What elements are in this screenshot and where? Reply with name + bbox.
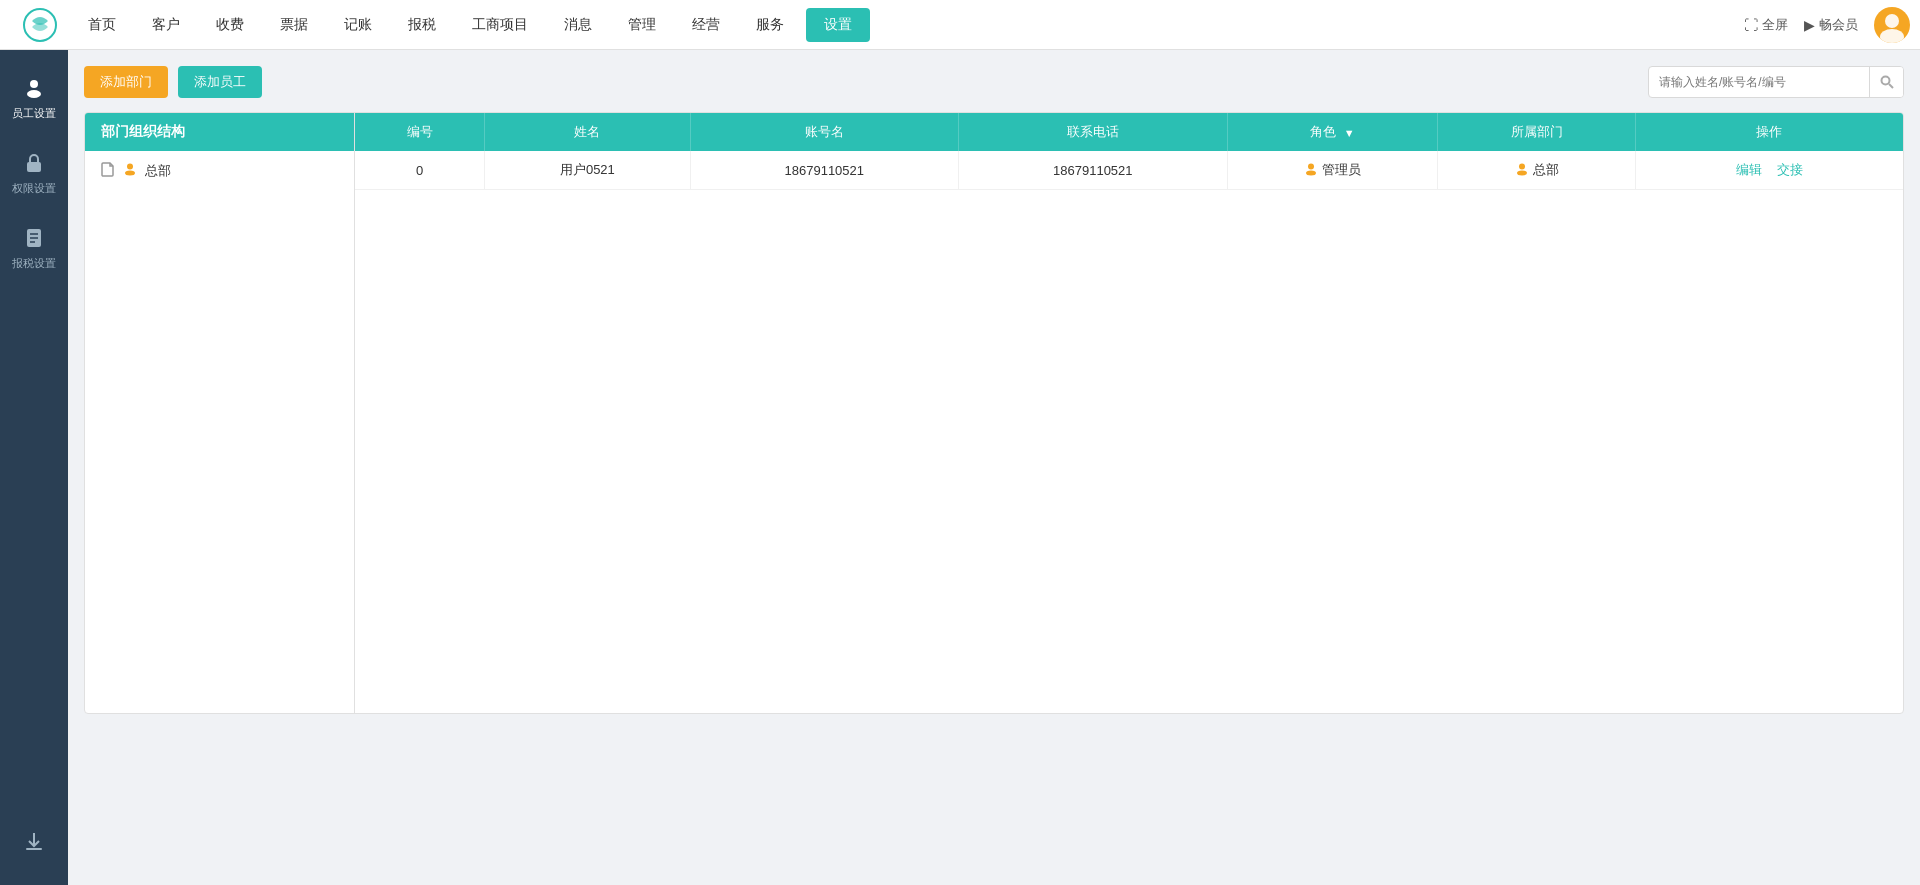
cell-account: 18679110521 bbox=[690, 151, 959, 190]
role-user-icon bbox=[1304, 162, 1318, 179]
nav-item-manage[interactable]: 管理 bbox=[610, 0, 674, 50]
cell-id: 0 bbox=[355, 151, 485, 190]
nav-items: 首页 客户 收费 票据 记账 报税 工商项目 消息 管理 经营 服务 设置 bbox=[70, 0, 1744, 50]
sidebar-item-employee[interactable]: 员工设置 bbox=[0, 60, 68, 135]
search-button[interactable] bbox=[1869, 66, 1903, 98]
sidebar: 员工设置 权限设置 报税设置 bbox=[0, 50, 68, 885]
action-bar: 添加部门 添加员工 bbox=[84, 66, 1904, 98]
svg-line-12 bbox=[1889, 84, 1893, 88]
member-label: 畅会员 bbox=[1819, 16, 1858, 34]
svg-point-11 bbox=[1881, 77, 1889, 85]
nav-item-charge[interactable]: 收费 bbox=[198, 0, 262, 50]
add-department-button[interactable]: 添加部门 bbox=[84, 66, 168, 98]
two-panel: 部门组织结构 总部 bbox=[84, 112, 1904, 714]
svg-point-3 bbox=[30, 80, 38, 88]
sidebar-item-permission[interactable]: 权限设置 bbox=[0, 135, 68, 210]
nav-item-business[interactable]: 工商项目 bbox=[454, 0, 546, 50]
table-panel: 编号 姓名 账号名 联系电话 角色 ▼ 所属部门 操作 bbox=[355, 113, 1903, 713]
search-input[interactable] bbox=[1649, 75, 1869, 89]
dept-user-icon bbox=[1515, 162, 1529, 179]
sidebar-item-employee-label: 员工设置 bbox=[12, 106, 56, 121]
search-wrap bbox=[1648, 66, 1904, 98]
svg-point-2 bbox=[1880, 29, 1904, 43]
table-row: 0 用户0521 18679110521 18679110521 管理员 总部 … bbox=[355, 151, 1903, 190]
col-name: 姓名 bbox=[485, 113, 690, 151]
employee-table: 编号 姓名 账号名 联系电话 角色 ▼ 所属部门 操作 bbox=[355, 113, 1903, 190]
col-id: 编号 bbox=[355, 113, 485, 151]
svg-point-17 bbox=[1519, 163, 1525, 169]
lock-icon bbox=[20, 149, 48, 177]
nav-item-message[interactable]: 消息 bbox=[546, 0, 610, 50]
nav-item-service[interactable]: 服务 bbox=[738, 0, 802, 50]
add-employee-button[interactable]: 添加员工 bbox=[178, 66, 262, 98]
transfer-link[interactable]: 交接 bbox=[1777, 162, 1803, 177]
cell-phone: 18679110521 bbox=[959, 151, 1228, 190]
fullscreen-icon: ⛶ bbox=[1744, 17, 1758, 33]
nav-item-accounting[interactable]: 记账 bbox=[326, 0, 390, 50]
top-nav: 首页 客户 收费 票据 记账 报税 工商项目 消息 管理 经营 服务 设置 ⛶ … bbox=[0, 0, 1920, 50]
svg-rect-5 bbox=[27, 162, 41, 172]
nav-item-tax[interactable]: 报税 bbox=[390, 0, 454, 50]
cell-ops: 编辑 交接 bbox=[1635, 151, 1903, 190]
nav-item-settings[interactable]: 设置 bbox=[806, 8, 870, 42]
filter-icon: ▼ bbox=[1344, 127, 1355, 139]
col-account: 账号名 bbox=[690, 113, 959, 151]
svg-point-13 bbox=[127, 164, 133, 170]
sidebar-item-taxsettings-label: 报税设置 bbox=[12, 256, 56, 271]
svg-point-1 bbox=[1885, 14, 1899, 28]
fullscreen-label: 全屏 bbox=[1762, 16, 1788, 34]
fullscreen-button[interactable]: ⛶ 全屏 bbox=[1744, 16, 1788, 34]
nav-item-customer[interactable]: 客户 bbox=[134, 0, 198, 50]
member-button[interactable]: ▶ 畅会员 bbox=[1804, 16, 1858, 34]
col-dept: 所属部门 bbox=[1438, 113, 1636, 151]
user-icon bbox=[123, 162, 137, 179]
svg-point-16 bbox=[1306, 170, 1316, 175]
tree-item-general[interactable]: 总部 bbox=[85, 151, 354, 190]
play-icon: ▶ bbox=[1804, 17, 1815, 33]
sidebar-item-download[interactable] bbox=[0, 813, 68, 869]
col-role[interactable]: 角色 ▼ bbox=[1227, 113, 1438, 151]
svg-point-15 bbox=[1308, 163, 1314, 169]
nav-item-ticket[interactable]: 票据 bbox=[262, 0, 326, 50]
col-phone: 联系电话 bbox=[959, 113, 1228, 151]
sidebar-item-taxsettings[interactable]: 报税设置 bbox=[0, 210, 68, 285]
edit-link[interactable]: 编辑 bbox=[1736, 162, 1762, 177]
content-area: 添加部门 添加员工 部门组织结构 bbox=[68, 50, 1920, 885]
nav-item-home[interactable]: 首页 bbox=[70, 0, 134, 50]
svg-point-18 bbox=[1517, 170, 1527, 175]
avatar[interactable] bbox=[1874, 7, 1910, 43]
sidebar-bottom bbox=[0, 813, 68, 885]
download-icon bbox=[20, 827, 48, 855]
nav-right: ⛶ 全屏 ▶ 畅会员 bbox=[1744, 7, 1910, 43]
col-ops: 操作 bbox=[1635, 113, 1903, 151]
main-layout: 员工设置 权限设置 报税设置 bbox=[0, 50, 1920, 885]
person-icon bbox=[20, 74, 48, 102]
cell-name: 用户0521 bbox=[485, 151, 690, 190]
file-icon bbox=[101, 161, 115, 180]
svg-rect-10 bbox=[26, 848, 42, 850]
tree-panel: 部门组织结构 总部 bbox=[85, 113, 355, 713]
report-icon bbox=[20, 224, 48, 252]
tree-item-label: 总部 bbox=[145, 162, 171, 180]
sidebar-item-permission-label: 权限设置 bbox=[12, 181, 56, 196]
nav-item-operation[interactable]: 经营 bbox=[674, 0, 738, 50]
cell-dept: 总部 bbox=[1438, 151, 1636, 190]
tree-header: 部门组织结构 bbox=[85, 113, 354, 151]
svg-point-4 bbox=[27, 90, 41, 98]
cell-role: 管理员 bbox=[1227, 151, 1438, 190]
svg-point-14 bbox=[125, 171, 135, 176]
logo bbox=[10, 7, 70, 43]
